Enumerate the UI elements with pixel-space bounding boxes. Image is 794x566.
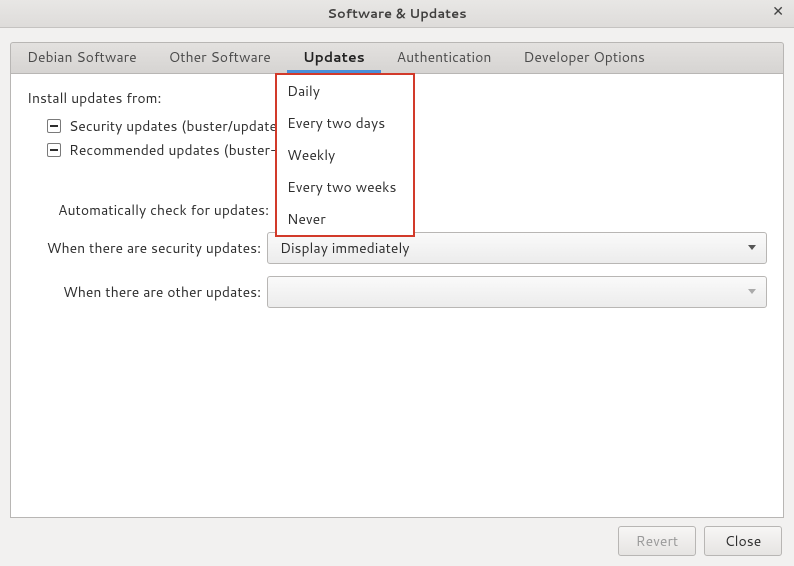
chevron-down-icon — [748, 289, 756, 294]
titlebar: Software & Updates ✕ — [0, 0, 794, 28]
tab-developer-options[interactable]: Developer Options — [507, 40, 661, 73]
footer: Revert Close — [0, 516, 794, 566]
tab-updates[interactable]: Updates — [287, 40, 381, 73]
other-updates-label: When there are other updates: — [27, 282, 267, 302]
close-button[interactable]: Close — [704, 526, 782, 556]
dropdown-option-never[interactable]: Never — [277, 203, 413, 235]
check-recommended-label: Recommended updates (buster- — [69, 140, 278, 160]
tab-debian-software[interactable]: Debian Software — [11, 40, 153, 73]
updates-panel: Install updates from: Security updates (… — [10, 74, 784, 518]
dropdown-option-weekly[interactable]: Weekly — [277, 139, 413, 171]
auto-check-dropdown: Daily Every two days Weekly Every two we… — [275, 73, 415, 237]
security-updates-value: Display immediately — [280, 238, 410, 258]
dropdown-option-daily[interactable]: Daily — [277, 75, 413, 107]
dropdown-option-every-two-days[interactable]: Every two days — [277, 107, 413, 139]
content: Debian Software Other Software Updates A… — [0, 42, 794, 518]
checkbox-mixed-icon — [47, 119, 61, 133]
checkbox-mixed-icon — [47, 143, 61, 157]
tab-authentication[interactable]: Authentication — [381, 40, 508, 73]
security-updates-label: When there are security updates: — [27, 238, 267, 258]
other-updates-combo[interactable] — [267, 276, 767, 308]
revert-button[interactable]: Revert — [618, 526, 696, 556]
close-icon[interactable]: ✕ — [772, 4, 784, 18]
tab-other-software[interactable]: Other Software — [153, 40, 287, 73]
auto-check-label: Automatically check for updates: — [27, 200, 275, 220]
chevron-down-icon — [748, 245, 756, 250]
check-security-label: Security updates (buster/update — [69, 116, 277, 136]
window-title: Software & Updates — [327, 5, 466, 23]
tab-bar: Debian Software Other Software Updates A… — [10, 42, 784, 74]
dropdown-option-every-two-weeks[interactable]: Every two weeks — [277, 171, 413, 203]
row-other-updates: When there are other updates: — [27, 276, 767, 308]
